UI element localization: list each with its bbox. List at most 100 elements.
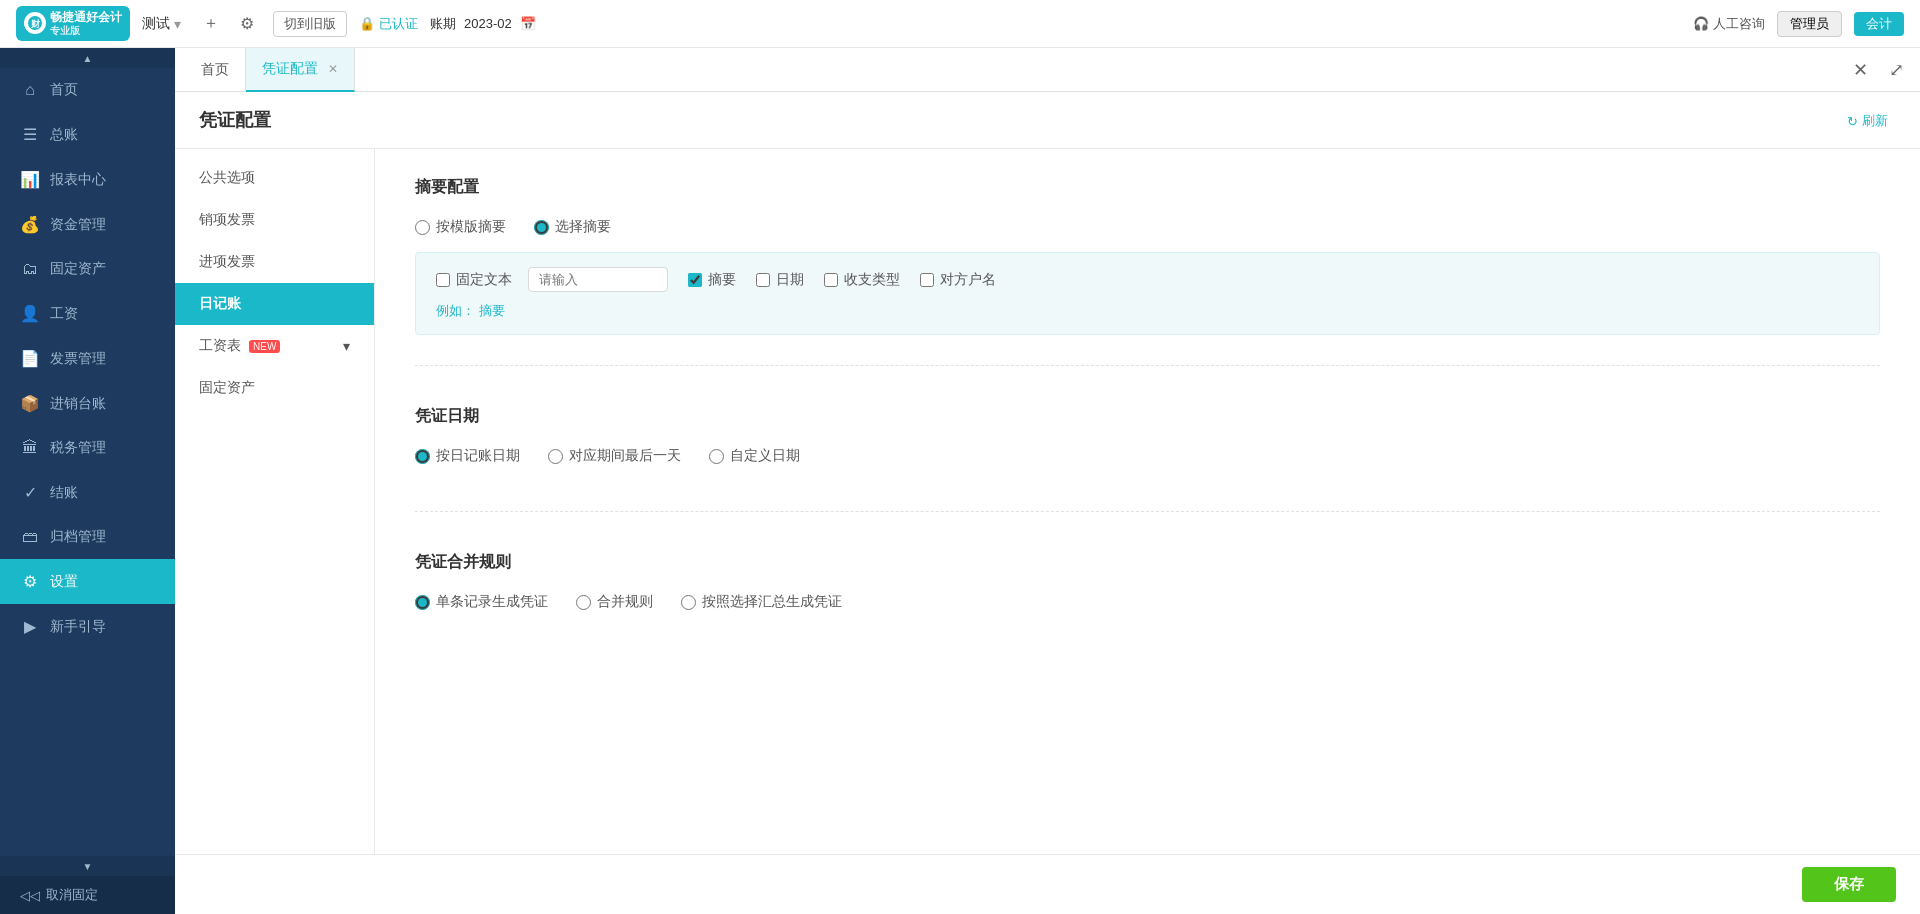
radio-custom-date[interactable]: 自定义日期 <box>709 447 800 465</box>
save-btn[interactable]: 保存 <box>1802 867 1896 902</box>
refresh-btn[interactable]: ↻ 刷新 <box>1839 108 1896 134</box>
tab-actions: ✕ ⤢ <box>1846 56 1910 84</box>
sidebar-scroll-up[interactable]: ▲ <box>0 48 175 68</box>
admin-btn[interactable]: 管理员 <box>1777 11 1842 37</box>
checkbox-fixed-text[interactable]: 固定文本 <box>436 271 512 289</box>
sidebar-item-settings[interactable]: ⚙ 设置 <box>0 559 175 604</box>
sidebar-item-closing[interactable]: ✓ 结账 <box>0 470 175 515</box>
radio-period-last-input[interactable] <box>548 449 563 464</box>
shield-icon: 🔒 <box>359 16 375 31</box>
checkbox-summary[interactable]: 摘要 <box>688 271 736 289</box>
radio-merge-rule-input[interactable] <box>576 595 591 610</box>
app-name: 畅捷通好会计 <box>50 10 122 24</box>
sidebar-item-tax[interactable]: 🏛 税务管理 <box>0 426 175 470</box>
checkbox-summary-input[interactable] <box>688 273 702 287</box>
sidebar-label-salary: 工资 <box>50 305 78 323</box>
left-nav-public-label: 公共选项 <box>199 169 255 187</box>
sidebar-item-sales[interactable]: 📦 进销台账 <box>0 381 175 426</box>
tab-voucher-config[interactable]: 凭证配置 ✕ <box>246 48 355 92</box>
refresh-label: 刷新 <box>1862 112 1888 130</box>
left-nav-purchase-invoice[interactable]: 进项发票 <box>175 241 374 283</box>
expand-icon[interactable]: ▾ <box>343 338 350 354</box>
sidebar-item-asset[interactable]: 🗂 固定资产 <box>0 247 175 291</box>
checkbox-row: 固定文本 摘要 日期 <box>415 252 1880 335</box>
tab-home[interactable]: 首页 <box>185 48 246 92</box>
radio-template[interactable]: 按模版摘要 <box>415 218 506 236</box>
sidebar-item-report[interactable]: 📊 报表中心 <box>0 157 175 202</box>
radio-journal-date-input[interactable] <box>415 449 430 464</box>
radio-period-last-label: 对应期间最后一天 <box>569 447 681 465</box>
radio-select-input[interactable] <box>534 220 549 235</box>
merge-section: 凭证合并规则 单条记录生成凭证 合并规则 <box>415 552 1880 657</box>
sidebar-scroll-down[interactable]: ▼ <box>0 856 175 876</box>
refresh-icon: ↻ <box>1847 114 1858 129</box>
checkbox-fixed-text-input[interactable] <box>436 273 450 287</box>
radio-select[interactable]: 选择摘要 <box>534 218 611 236</box>
inner-layout: 公共选项 销项发票 进项发票 日记账 工资表 NEW <box>175 149 1920 854</box>
radio-merge-rule[interactable]: 合并规则 <box>576 593 653 611</box>
left-nav-fixed-asset[interactable]: 固定资产 <box>175 367 374 409</box>
asset-icon: 🗂 <box>20 260 40 278</box>
checkbox-date[interactable]: 日期 <box>756 271 804 289</box>
fixed-text-input[interactable] <box>528 267 668 292</box>
summary-section-title: 摘要配置 <box>415 177 1880 198</box>
checkbox-counterparty[interactable]: 对方户名 <box>920 271 996 289</box>
left-nav-payroll[interactable]: 工资表 NEW ▾ <box>175 325 374 367</box>
calendar-icon[interactable]: 📅 <box>520 16 536 31</box>
topbar-actions: ＋ ⚙ <box>197 10 261 38</box>
guide-icon: ▶ <box>20 617 40 636</box>
checkbox-pay-type[interactable]: 收支类型 <box>824 271 900 289</box>
topbar-right: 🎧 人工咨询 管理员 会计 <box>1693 11 1904 37</box>
page-content: 凭证配置 ↻ 刷新 公共选项 销项发票 进项发票 <box>175 92 1920 914</box>
radio-template-input[interactable] <box>415 220 430 235</box>
sidebar-item-salary[interactable]: 👤 工资 <box>0 291 175 336</box>
radio-custom-date-input[interactable] <box>709 449 724 464</box>
radio-journal-date[interactable]: 按日记账日期 <box>415 447 520 465</box>
closing-icon: ✓ <box>20 483 40 502</box>
sidebar-item-archive[interactable]: 🗃 归档管理 <box>0 515 175 559</box>
cancel-fix-btn[interactable]: ◁◁ 取消固定 <box>0 876 175 914</box>
company-dropdown-icon[interactable]: ▾ <box>174 16 181 32</box>
checkbox-pay-type-input[interactable] <box>824 273 838 287</box>
period-label: 账期 <box>430 15 456 33</box>
period-value: 2023-02 <box>464 16 512 31</box>
sidebar-label-sales: 进销台账 <box>50 395 106 413</box>
sidebar-label-asset: 固定资产 <box>50 260 106 278</box>
app-logo: 财 畅捷通好会计 专业版 <box>16 6 130 40</box>
checkbox-date-input[interactable] <box>756 273 770 287</box>
cancel-fix-label: 取消固定 <box>46 886 98 904</box>
tax-icon: 🏛 <box>20 439 40 457</box>
tab-close-icon[interactable]: ✕ <box>328 62 338 76</box>
sidebar-item-guide[interactable]: ▶ 新手引导 <box>0 604 175 649</box>
expand-tab-btn[interactable]: ⤢ <box>1882 56 1910 84</box>
switch-old-btn[interactable]: 切到旧版 <box>273 11 347 37</box>
left-nav-sales-invoice[interactable]: 销项发票 <box>175 199 374 241</box>
sidebar-label-closing: 结账 <box>50 484 78 502</box>
add-button[interactable]: ＋ <box>197 10 225 38</box>
radio-select-merge[interactable]: 按照选择汇总生成凭证 <box>681 593 842 611</box>
checkbox-group: 固定文本 摘要 日期 <box>436 267 1859 292</box>
sidebar-item-ledger[interactable]: ☰ 总账 <box>0 112 175 157</box>
company-selector[interactable]: 测试 ▾ <box>142 15 181 33</box>
radio-single-input[interactable] <box>415 595 430 610</box>
radio-select-merge-input[interactable] <box>681 595 696 610</box>
sidebar-item-invoice[interactable]: 📄 发票管理 <box>0 336 175 381</box>
radio-single[interactable]: 单条记录生成凭证 <box>415 593 548 611</box>
consult-btn[interactable]: 🎧 人工咨询 <box>1693 15 1765 33</box>
page-title: 凭证配置 <box>199 108 271 148</box>
app-edition: 专业版 <box>50 25 122 37</box>
tab-home-label: 首页 <box>201 61 229 79</box>
checkbox-counterparty-input[interactable] <box>920 273 934 287</box>
left-nav-journal[interactable]: 日记账 <box>175 283 374 325</box>
summary-section: 摘要配置 按模版摘要 选择摘要 <box>415 177 1880 366</box>
close-tab-btn[interactable]: ✕ <box>1846 56 1874 84</box>
sidebar-item-capital[interactable]: 💰 资金管理 <box>0 202 175 247</box>
company-name: 测试 <box>142 15 170 33</box>
settings-button[interactable]: ⚙ <box>233 10 261 38</box>
left-nav-public[interactable]: 公共选项 <box>175 157 374 199</box>
radio-period-last[interactable]: 对应期间最后一天 <box>548 447 681 465</box>
summary-radio-group: 按模版摘要 选择摘要 <box>415 218 1880 236</box>
accountant-btn[interactable]: 会计 <box>1854 12 1904 36</box>
sidebar-label-archive: 归档管理 <box>50 528 106 546</box>
sidebar-item-home[interactable]: ⌂ 首页 <box>0 68 175 112</box>
